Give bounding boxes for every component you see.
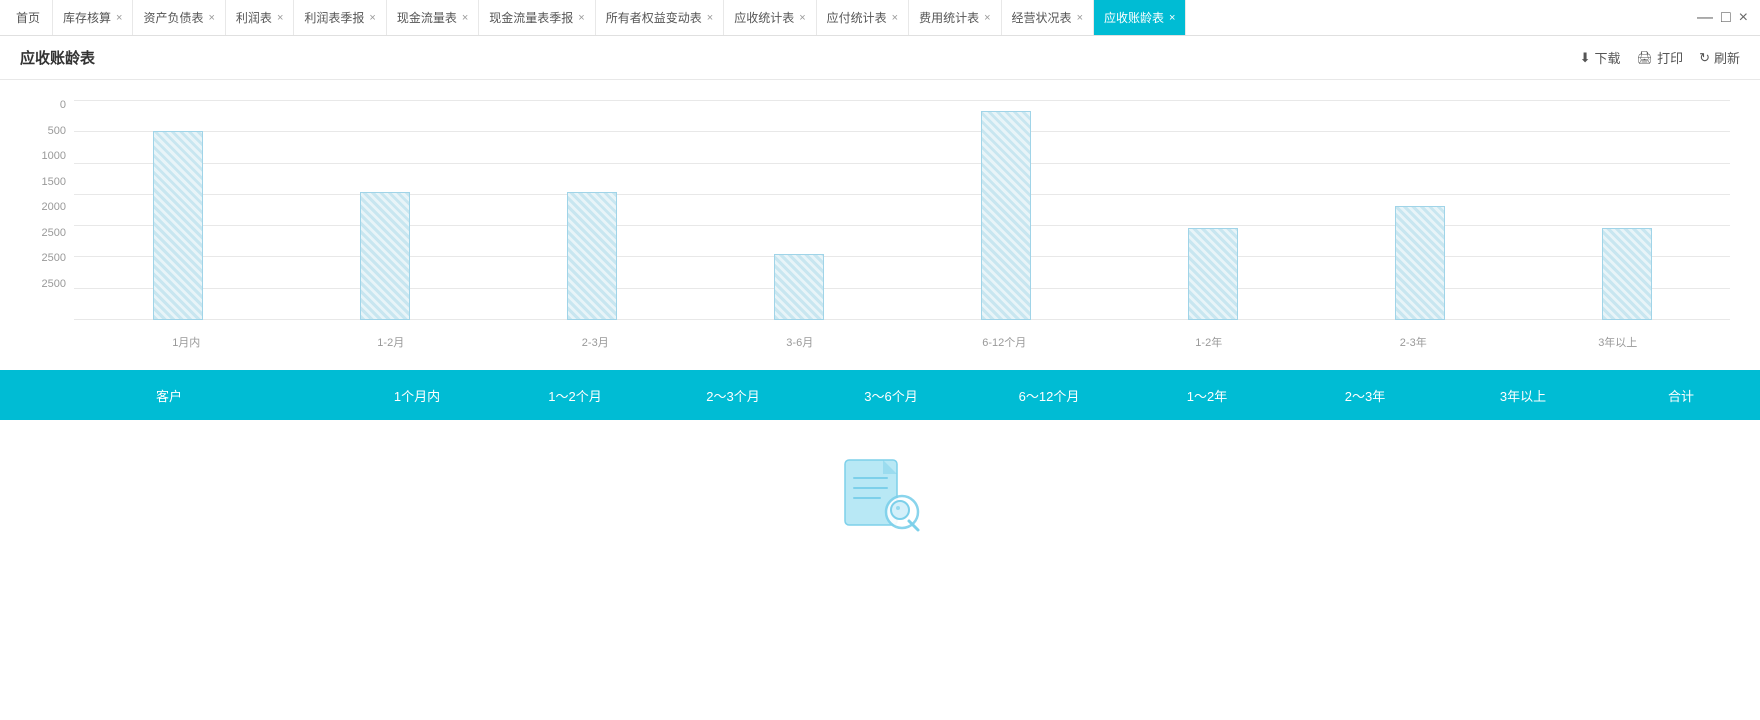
tab-close-profit[interactable]: × — [277, 12, 283, 24]
page-title: 应收账龄表 — [20, 47, 95, 68]
table-header: 客户 1个月内 1～2个月 2～3个月 3～6个月 6～12个月 1～2年 2～… — [0, 370, 1760, 420]
tab-close-operations[interactable]: × — [1077, 12, 1083, 24]
bar-5 — [1188, 228, 1238, 320]
tab-close-profit-quarterly[interactable]: × — [369, 12, 375, 24]
print-icon: 🖨 — [1637, 50, 1654, 66]
tab-ar-stats[interactable]: 应收统计表× — [724, 0, 816, 36]
bar-6 — [1395, 206, 1445, 320]
print-button[interactable]: 🖨 打印 — [1637, 48, 1684, 67]
tab-operations[interactable]: 经营状况表× — [1002, 0, 1094, 36]
tab-close-ar-stats[interactable]: × — [799, 12, 805, 24]
th-month2: 1～2个月 — [496, 372, 654, 419]
tab-close-equity[interactable]: × — [707, 12, 713, 24]
x-label-2: 2-3月 — [565, 334, 625, 350]
header-actions: ⬇ 下载 🖨 打印 ↻ 刷新 — [1580, 48, 1740, 67]
tab-ap-stats[interactable]: 应付统计表× — [817, 0, 909, 36]
th-customer: 客户 — [0, 372, 338, 419]
empty-state — [0, 420, 1760, 720]
x-labels: 1月内 1-2月 2-3月 3-6月 6-12个月 1-2年 2-3年 3年以上 — [74, 334, 1730, 350]
x-label-5: 1-2年 — [1179, 334, 1239, 350]
tab-close-expense-stats[interactable]: × — [984, 12, 990, 24]
download-icon: ⬇ — [1580, 50, 1591, 66]
window-controls: — □ × — [1697, 9, 1756, 27]
bar-1 — [360, 192, 410, 320]
x-label-3: 3-6月 — [770, 334, 830, 350]
refresh-button[interactable]: ↻ 刷新 — [1699, 48, 1740, 67]
th-year1: 1～2年 — [1128, 372, 1286, 419]
tab-close-ap-stats[interactable]: × — [892, 12, 898, 24]
maximize-icon[interactable]: □ — [1721, 9, 1731, 27]
bar-7 — [1602, 228, 1652, 320]
tab-close-cashflow-quarterly[interactable]: × — [578, 12, 584, 24]
bar-0 — [153, 131, 203, 320]
tab-profit[interactable]: 利润表× — [226, 0, 294, 36]
chart-area: 2500 2500 2500 2000 1500 1000 500 0 — [0, 80, 1760, 370]
tab-cashflow[interactable]: 现金流量表× — [387, 0, 479, 36]
bars-container — [74, 100, 1730, 320]
tab-balance[interactable]: 资产负债表× — [133, 0, 225, 36]
x-label-1: 1-2月 — [361, 334, 421, 350]
empty-illustration-icon — [830, 450, 930, 540]
tab-close-ar-aging[interactable]: × — [1169, 12, 1175, 24]
minimize-icon[interactable]: — — [1697, 9, 1713, 27]
th-total: 合计 — [1602, 372, 1760, 419]
tab-inventory[interactable]: 库存核算× — [53, 0, 133, 36]
tab-bar: 首页 库存核算×资产负债表×利润表×利润表季报×现金流量表×现金流量表季报×所有… — [0, 0, 1760, 36]
tab-home[interactable]: 首页 — [4, 0, 53, 36]
chart-inner: 1月内 1-2月 2-3月 3-6月 6-12个月 1-2年 2-3年 3年以上 — [74, 100, 1730, 350]
tab-expense-stats[interactable]: 费用统计表× — [909, 0, 1001, 36]
x-label-7: 3年以上 — [1588, 334, 1648, 350]
bar-4 — [981, 111, 1031, 320]
page-header: 应收账龄表 ⬇ 下载 🖨 打印 ↻ 刷新 — [0, 36, 1760, 80]
x-label-4: 6-12个月 — [974, 334, 1034, 350]
x-label-0: 1月内 — [156, 334, 216, 350]
refresh-icon: ↻ — [1699, 50, 1710, 66]
bar-2 — [567, 192, 617, 320]
tab-ar-aging[interactable]: 应收账龄表× — [1094, 0, 1186, 36]
close-icon[interactable]: × — [1739, 9, 1748, 27]
th-month3: 2～3个月 — [654, 372, 812, 419]
tab-profit-quarterly[interactable]: 利润表季报× — [294, 0, 386, 36]
tab-cashflow-quarterly[interactable]: 现金流量表季报× — [479, 0, 595, 36]
th-month4: 3～6个月 — [812, 372, 970, 419]
th-month1: 1个月内 — [338, 372, 496, 419]
main-content: 2500 2500 2500 2000 1500 1000 500 0 — [0, 80, 1760, 720]
tab-equity[interactable]: 所有者权益变动表× — [596, 0, 724, 36]
th-month5: 6～12个月 — [970, 372, 1128, 419]
chart-y-axis: 2500 2500 2500 2000 1500 1000 500 0 — [30, 100, 66, 320]
tab-close-inventory[interactable]: × — [116, 12, 122, 24]
download-button[interactable]: ⬇ 下载 — [1580, 48, 1621, 67]
bar-3 — [774, 254, 824, 320]
tab-close-cashflow[interactable]: × — [462, 12, 468, 24]
th-year2: 2～3年 — [1286, 372, 1444, 419]
th-year3: 3年以上 — [1444, 372, 1602, 419]
x-label-6: 2-3年 — [1383, 334, 1443, 350]
tab-close-balance[interactable]: × — [208, 12, 214, 24]
